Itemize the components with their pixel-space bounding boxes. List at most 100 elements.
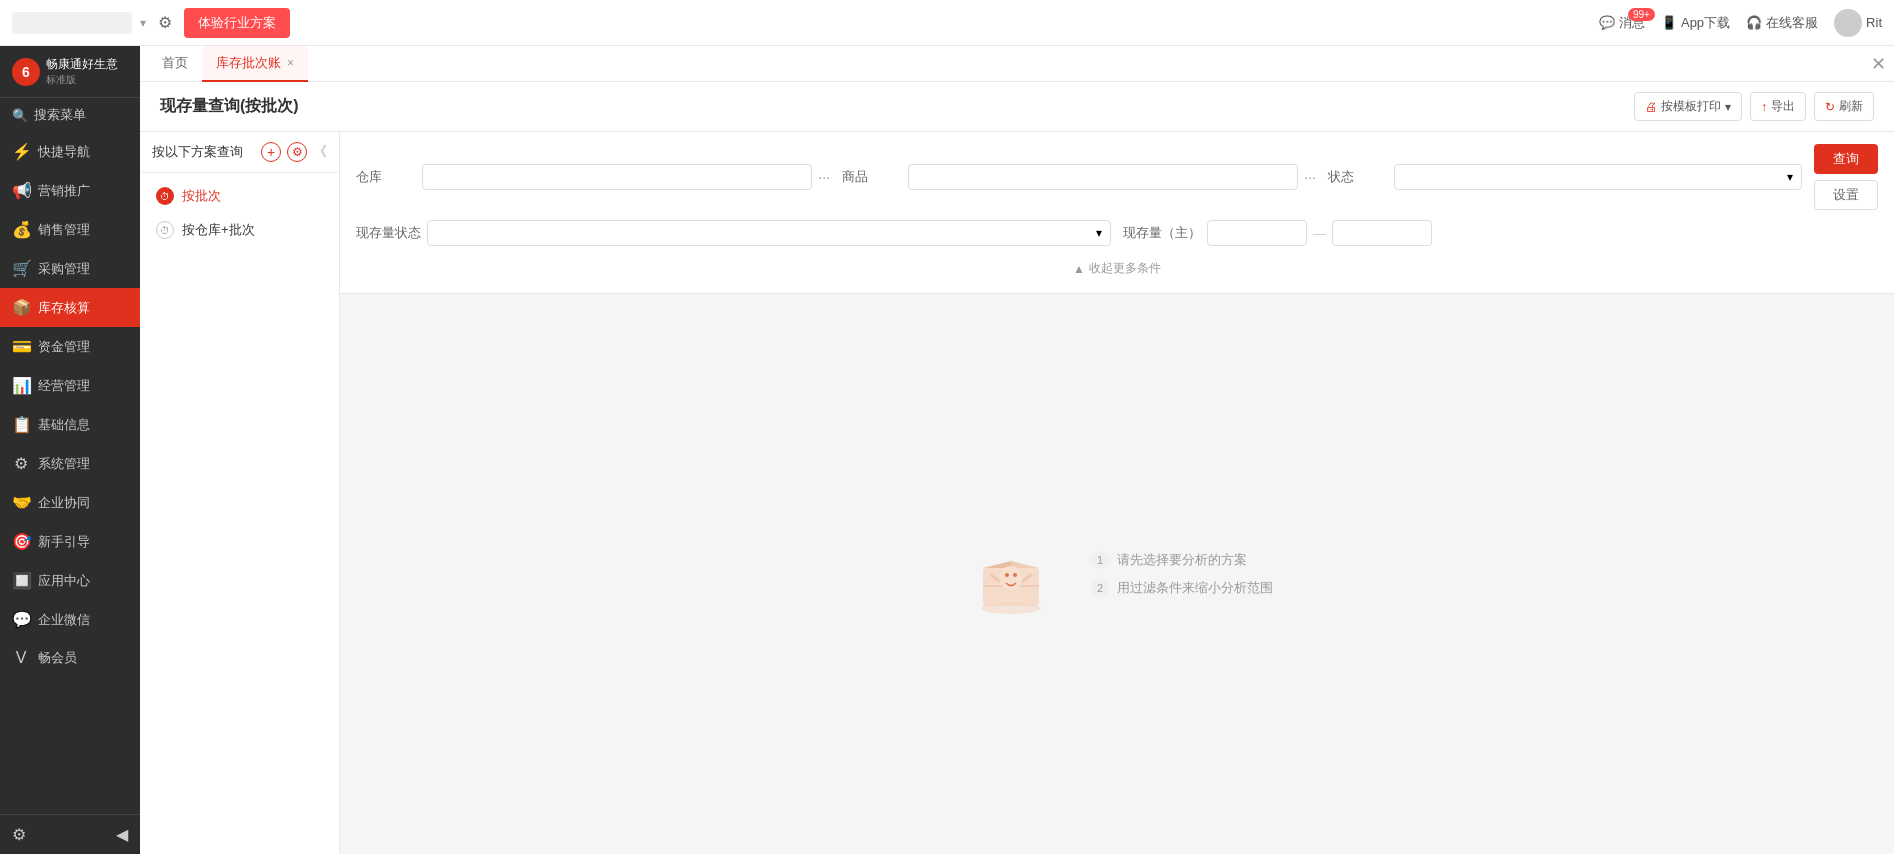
customer-service-label: 在线客服 bbox=[1766, 14, 1818, 32]
refresh-icon: ↻ bbox=[1825, 100, 1835, 114]
tip-text-1: 请先选择要分析的方案 bbox=[1117, 551, 1247, 569]
sidebar-label-inventory: 库存核算 bbox=[38, 299, 90, 317]
sidebar-item-purchase[interactable]: 🛒 采购管理 bbox=[0, 249, 140, 288]
collapse-row[interactable]: ▲ 收起更多条件 bbox=[356, 256, 1878, 281]
sidebar-item-wechat[interactable]: 💬 企业微信 bbox=[0, 600, 140, 639]
warehouse-more-icon[interactable]: ··· bbox=[818, 169, 830, 185]
filter-panel-title: 按以下方案查询 bbox=[152, 143, 243, 161]
sidebar-item-quick-nav[interactable]: ⚡ 快捷导航 bbox=[0, 132, 140, 171]
sidebar-item-enterprise[interactable]: 🤝 企业协同 bbox=[0, 483, 140, 522]
breadcrumb-input[interactable] bbox=[12, 12, 132, 34]
sidebar-icon-newbie: 🎯 bbox=[12, 532, 30, 551]
tip-text-2: 用过滤条件来缩小分析范围 bbox=[1117, 579, 1273, 597]
scheme-by-batch[interactable]: ⏱ 按批次 bbox=[140, 179, 339, 213]
logo-info: 畅康通好生意 标准版 bbox=[46, 56, 118, 87]
filter-collapse-button[interactable]: 《 bbox=[313, 143, 327, 161]
tab-bar: 首页 库存批次账 × ✕ bbox=[140, 46, 1894, 82]
tab-batch-account[interactable]: 库存批次账 × bbox=[202, 46, 308, 82]
warehouse-input[interactable] bbox=[422, 164, 812, 190]
product-input[interactable] bbox=[908, 164, 1298, 190]
scheme-by-batch-label: 按批次 bbox=[182, 187, 221, 205]
query-area: 仓库 ··· 商品 ··· 状态 bbox=[340, 132, 1894, 854]
tab-home-label: 首页 bbox=[162, 54, 188, 72]
sidebar-label-sales: 销售管理 bbox=[38, 221, 90, 239]
search-menu[interactable]: 🔍 搜索菜单 bbox=[0, 98, 140, 132]
scheme-by-warehouse-batch[interactable]: ⏱ 按仓库+批次 bbox=[140, 213, 339, 247]
sidebar-label-operations: 经营管理 bbox=[38, 377, 90, 395]
sidebar-item-inventory[interactable]: 📦 库存核算 bbox=[0, 288, 140, 327]
sidebar-label-member: 畅会员 bbox=[38, 649, 77, 667]
filter-panel-header: 按以下方案查询 + ⚙ 《 bbox=[140, 132, 339, 173]
refresh-label: 刷新 bbox=[1839, 98, 1863, 115]
stock-status-field: 现存量状态 ▾ bbox=[356, 220, 1111, 246]
scheme-inactive-icon: ⏱ bbox=[156, 221, 174, 239]
sidebar-item-system[interactable]: ⚙ 系统管理 bbox=[0, 444, 140, 483]
print-label: 按模板打印 bbox=[1661, 98, 1721, 115]
stock-qty-to-input[interactable] bbox=[1332, 220, 1432, 246]
stock-qty-label: 现存量（主） bbox=[1123, 224, 1201, 242]
sidebar-item-operations[interactable]: 📊 经营管理 bbox=[0, 366, 140, 405]
refresh-button[interactable]: ↻ 刷新 bbox=[1814, 92, 1874, 121]
sidebar-logo: 6 畅康通好生意 标准版 bbox=[0, 46, 140, 98]
query-button[interactable]: 查询 bbox=[1814, 144, 1878, 174]
tab-home[interactable]: 首页 bbox=[148, 46, 202, 82]
app-download-button[interactable]: 📱 App下载 bbox=[1661, 14, 1730, 32]
user-profile[interactable]: Rit bbox=[1834, 9, 1882, 37]
sidebar-label-finance: 资金管理 bbox=[38, 338, 90, 356]
sidebar-icon-system: ⚙ bbox=[12, 454, 30, 473]
filter-settings-button[interactable]: ⚙ bbox=[287, 142, 307, 162]
page-title: 现存量查询(按批次) bbox=[160, 96, 299, 117]
customer-service-button[interactable]: 🎧 在线客服 bbox=[1746, 14, 1818, 32]
filter-scheme-list: ⏱ 按批次 ⏱ 按仓库+批次 bbox=[140, 173, 339, 253]
search-menu-label: 搜索菜单 bbox=[34, 106, 86, 124]
trial-button[interactable]: 体验行业方案 bbox=[184, 8, 290, 38]
sidebar-item-member[interactable]: V 畅会员 bbox=[0, 639, 140, 677]
sidebar-collapse-button[interactable]: ◀ bbox=[116, 825, 128, 844]
settings-icon[interactable]: ⚙ bbox=[154, 9, 176, 36]
filter-add-button[interactable]: + bbox=[261, 142, 281, 162]
tab-close-icon[interactable]: × bbox=[287, 56, 294, 70]
sidebar-item-marketing[interactable]: 📢 营销推广 bbox=[0, 171, 140, 210]
sidebar-label-app-center: 应用中心 bbox=[38, 572, 90, 590]
stock-qty-from-input[interactable] bbox=[1207, 220, 1307, 246]
sidebar-item-basic-info[interactable]: 📋 基础信息 bbox=[0, 405, 140, 444]
status-dropdown[interactable]: ▾ bbox=[1394, 164, 1802, 190]
sidebar-label-basic-info: 基础信息 bbox=[38, 416, 90, 434]
filter-panel: 按以下方案查询 + ⚙ 《 ⏱ 按批次 ⏱ 按仓库+批次 bbox=[140, 132, 340, 854]
export-button[interactable]: ↑ 导出 bbox=[1750, 92, 1806, 121]
tip-number-2: 2 bbox=[1091, 579, 1109, 597]
sidebar-icon-purchase: 🛒 bbox=[12, 259, 30, 278]
top-bar: ▾ ⚙ 体验行业方案 💬 消息 99+ 📱 App下载 🎧 在线客服 Rit bbox=[0, 0, 1894, 46]
sidebar-label-system: 系统管理 bbox=[38, 455, 90, 473]
stock-status-dropdown[interactable]: ▾ bbox=[427, 220, 1111, 246]
product-more-icon[interactable]: ··· bbox=[1304, 169, 1316, 185]
app-download-label: App下载 bbox=[1681, 14, 1730, 32]
company-name: 畅康通好生意 bbox=[46, 56, 118, 73]
sidebar-item-sales[interactable]: 💰 销售管理 bbox=[0, 210, 140, 249]
content-area: 首页 库存批次账 × ✕ 现存量查询(按批次) 🖨 按模板打印 ▾ ↑ 导出 bbox=[140, 46, 1894, 854]
headset-icon: 🎧 bbox=[1746, 15, 1762, 30]
sidebar-icon-operations: 📊 bbox=[12, 376, 30, 395]
chevron-down-icon[interactable]: ▾ bbox=[140, 16, 146, 30]
product-label: 商品 bbox=[842, 168, 902, 186]
sidebar-label-quick-nav: 快捷导航 bbox=[38, 143, 90, 161]
svg-point-7 bbox=[1013, 573, 1017, 577]
avatar bbox=[1834, 9, 1862, 37]
sidebar-settings-button[interactable]: ⚙ bbox=[12, 825, 26, 844]
warehouse-label: 仓库 bbox=[356, 168, 416, 186]
sidebar-icon-quick-nav: ⚡ bbox=[12, 142, 30, 161]
sidebar-item-app-center[interactable]: 🔲 应用中心 bbox=[0, 561, 140, 600]
close-panel-button[interactable]: ✕ bbox=[1871, 53, 1886, 75]
tip-number-1: 1 bbox=[1091, 551, 1109, 569]
empty-illustration bbox=[961, 523, 1061, 623]
sidebar-item-finance[interactable]: 💳 资金管理 bbox=[0, 327, 140, 366]
sidebar-item-newbie[interactable]: 🎯 新手引导 bbox=[0, 522, 140, 561]
status-label: 状态 bbox=[1328, 168, 1388, 186]
stock-qty-field: 现存量（主） — bbox=[1123, 220, 1878, 246]
filter-row-2: 现存量状态 ▾ 现存量（主） — bbox=[356, 220, 1878, 246]
scheme-active-icon: ⏱ bbox=[156, 187, 174, 205]
form-settings-button[interactable]: 设置 bbox=[1814, 180, 1878, 210]
print-button[interactable]: 🖨 按模板打印 ▾ bbox=[1634, 92, 1742, 121]
print-icon: 🖨 bbox=[1645, 100, 1657, 114]
messages-button[interactable]: 💬 消息 99+ bbox=[1599, 14, 1645, 32]
